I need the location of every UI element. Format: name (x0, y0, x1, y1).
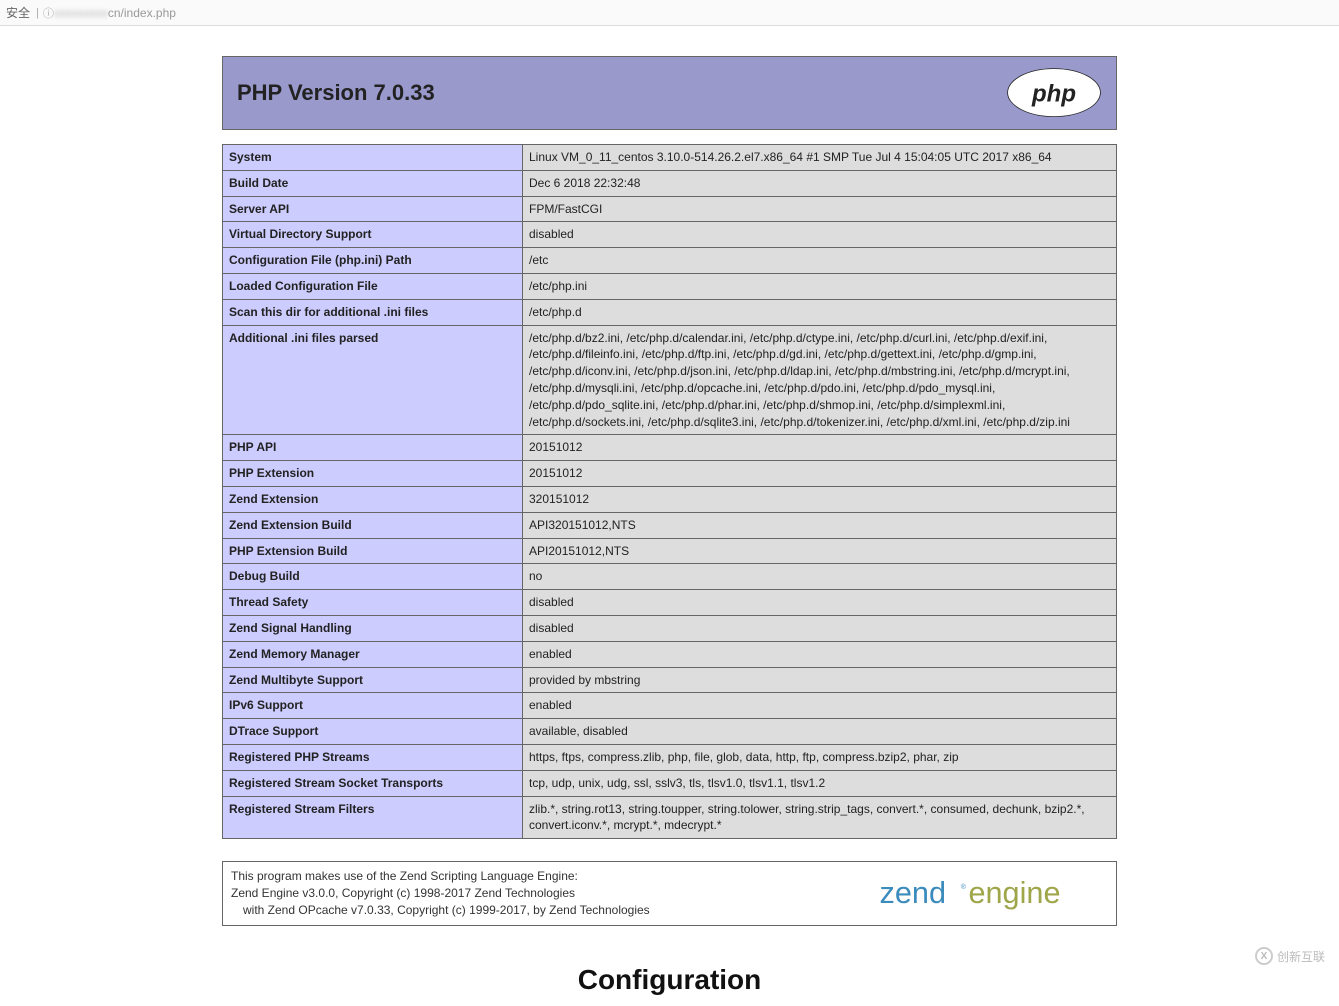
configuration-heading: Configuration (222, 964, 1117, 996)
info-value: 20151012 (523, 461, 1117, 487)
info-key: DTrace Support (223, 719, 523, 745)
zend-engine-logo-icon: zend ® engine (878, 873, 1108, 913)
info-value: FPM/FastCGI (523, 196, 1117, 222)
zend-engine-box: This program makes use of the Zend Scrip… (222, 861, 1117, 925)
info-value: Linux VM_0_11_centos 3.10.0-514.26.2.el7… (523, 145, 1117, 171)
info-key: Server API (223, 196, 523, 222)
info-value: 20151012 (523, 435, 1117, 461)
info-key: Zend Memory Manager (223, 641, 523, 667)
info-value: API20151012,NTS (523, 538, 1117, 564)
table-row: Additional .ini files parsed/etc/php.d/b… (223, 325, 1117, 435)
table-row: Scan this dir for additional .ini files/… (223, 299, 1117, 325)
table-row: DTrace Supportavailable, disabled (223, 719, 1117, 745)
info-key: Build Date (223, 170, 523, 196)
table-row: PHP API20151012 (223, 435, 1117, 461)
info-key: Debug Build (223, 564, 523, 590)
info-key: Zend Multibyte Support (223, 667, 523, 693)
info-value: disabled (523, 615, 1117, 641)
info-value: enabled (523, 693, 1117, 719)
info-icon: ⓘ (43, 5, 54, 21)
info-key: System (223, 145, 523, 171)
info-key: Thread Safety (223, 590, 523, 616)
info-key: Additional .ini files parsed (223, 325, 523, 435)
info-value: https, ftps, compress.zlib, php, file, g… (523, 744, 1117, 770)
info-value: API320151012,NTS (523, 512, 1117, 538)
svg-text:zend: zend (880, 876, 946, 910)
info-value: Dec 6 2018 22:32:48 (523, 170, 1117, 196)
table-row: Registered Stream Socket Transportstcp, … (223, 770, 1117, 796)
info-key: Registered Stream Socket Transports (223, 770, 523, 796)
phpinfo-header: PHP Version 7.0.33 php (222, 56, 1117, 130)
info-value: no (523, 564, 1117, 590)
info-value: /etc/php.ini (523, 273, 1117, 299)
info-key: Configuration File (php.ini) Path (223, 248, 523, 274)
info-key: PHP Extension Build (223, 538, 523, 564)
info-key: IPv6 Support (223, 693, 523, 719)
table-row: Zend Signal Handlingdisabled (223, 615, 1117, 641)
watermark: X 创新互联 (1255, 947, 1325, 965)
security-label: 安全 (6, 4, 30, 21)
info-key: Zend Extension (223, 486, 523, 512)
info-value: /etc/php.d/bz2.ini, /etc/php.d/calendar.… (523, 325, 1117, 435)
info-value: /etc (523, 248, 1117, 274)
info-key: Scan this dir for additional .ini files (223, 299, 523, 325)
php-logo-icon: php (1006, 67, 1102, 119)
watermark-icon: X (1255, 947, 1273, 965)
table-row: Zend Multibyte Supportprovided by mbstri… (223, 667, 1117, 693)
table-row: Build DateDec 6 2018 22:32:48 (223, 170, 1117, 196)
table-row: Registered Stream Filterszlib.*, string.… (223, 796, 1117, 839)
url-display: xxxxxxxxxcn/index.php (54, 6, 176, 20)
info-key: Registered Stream Filters (223, 796, 523, 839)
info-value: disabled (523, 222, 1117, 248)
svg-text:php: php (1031, 80, 1076, 107)
table-row: Virtual Directory Supportdisabled (223, 222, 1117, 248)
info-key: Virtual Directory Support (223, 222, 523, 248)
php-version-title: PHP Version 7.0.33 (237, 80, 435, 106)
table-row: Zend Extension BuildAPI320151012,NTS (223, 512, 1117, 538)
info-value: disabled (523, 590, 1117, 616)
watermark-text: 创新互联 (1277, 948, 1325, 965)
table-row: Zend Extension320151012 (223, 486, 1117, 512)
table-row: SystemLinux VM_0_11_centos 3.10.0-514.26… (223, 145, 1117, 171)
phpinfo-page: PHP Version 7.0.33 php SystemLinux VM_0_… (222, 56, 1117, 996)
info-value: 320151012 (523, 486, 1117, 512)
info-key: PHP Extension (223, 461, 523, 487)
info-key: Zend Signal Handling (223, 615, 523, 641)
info-value: tcp, udp, unix, udg, ssl, sslv3, tls, tl… (523, 770, 1117, 796)
phpinfo-table: SystemLinux VM_0_11_centos 3.10.0-514.26… (222, 144, 1117, 839)
table-row: Thread Safetydisabled (223, 590, 1117, 616)
info-key: PHP API (223, 435, 523, 461)
table-row: PHP Extension20151012 (223, 461, 1117, 487)
browser-url-bar[interactable]: 安全 | ⓘ xxxxxxxxxcn/index.php (0, 0, 1339, 26)
table-row: IPv6 Supportenabled (223, 693, 1117, 719)
svg-text:engine: engine (968, 876, 1060, 910)
table-row: Zend Memory Managerenabled (223, 641, 1117, 667)
table-row: Debug Buildno (223, 564, 1117, 590)
table-row: Loaded Configuration File/etc/php.ini (223, 273, 1117, 299)
svg-text:®: ® (961, 883, 966, 891)
separator-pipe: | (36, 7, 39, 19)
table-row: PHP Extension BuildAPI20151012,NTS (223, 538, 1117, 564)
info-key: Loaded Configuration File (223, 273, 523, 299)
info-key: Zend Extension Build (223, 512, 523, 538)
info-value: provided by mbstring (523, 667, 1117, 693)
info-key: Registered PHP Streams (223, 744, 523, 770)
table-row: Registered PHP Streamshttps, ftps, compr… (223, 744, 1117, 770)
table-row: Server APIFPM/FastCGI (223, 196, 1117, 222)
info-value: zlib.*, string.rot13, string.toupper, st… (523, 796, 1117, 839)
info-value: enabled (523, 641, 1117, 667)
info-value: /etc/php.d (523, 299, 1117, 325)
info-value: available, disabled (523, 719, 1117, 745)
zend-engine-text: This program makes use of the Zend Scrip… (231, 868, 650, 918)
table-row: Configuration File (php.ini) Path/etc (223, 248, 1117, 274)
